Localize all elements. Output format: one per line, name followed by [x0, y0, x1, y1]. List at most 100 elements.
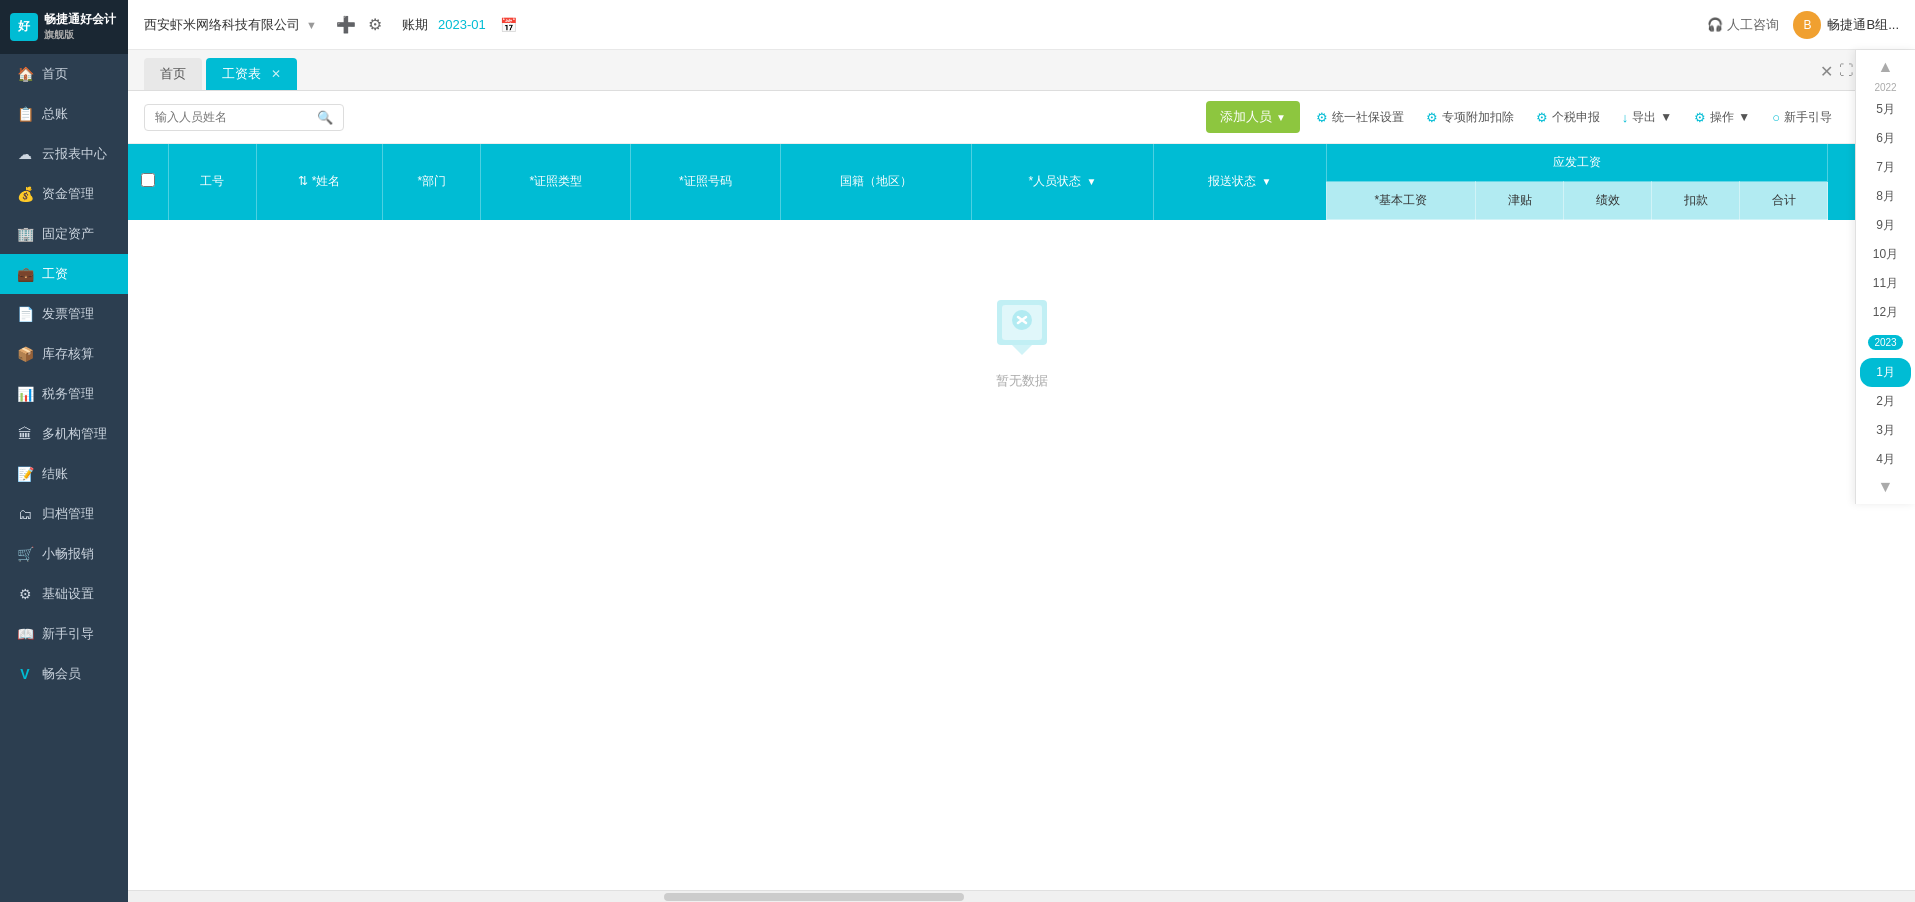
- sidebar-item-guide[interactable]: 📖 新手引导: [0, 614, 128, 654]
- topbar: 西安虾米网络科技有限公司 ▼ ➕ ⚙ 账期 2023-01 📅 🎧 人工咨询 B…: [128, 0, 1915, 50]
- cal-month-12[interactable]: 12月: [1856, 298, 1915, 327]
- header-nationality: 国籍（地区）: [780, 144, 971, 220]
- add-dropdown-icon: ▼: [1276, 112, 1286, 123]
- vip-icon: V: [16, 666, 34, 682]
- assets-icon: 🏢: [16, 226, 34, 242]
- cal-month-7[interactable]: 7月: [1856, 153, 1915, 182]
- toolbar: 🔍 添加人员 ▼ ⚙ 统一社保设置 ⚙ 专项附加扣除 ⚙ 个税申报: [128, 91, 1915, 144]
- header-submit-status: 报送状态 ▼: [1154, 144, 1326, 220]
- export-btn[interactable]: ↓ 导出 ▼: [1616, 105, 1678, 130]
- archive-icon: 🗂: [16, 506, 34, 522]
- tabbar: 首页 工资表 ✕: [128, 50, 1915, 91]
- header-base-salary: *基本工资: [1326, 182, 1476, 220]
- cal-month-10[interactable]: 10月: [1856, 240, 1915, 269]
- header-id-type: *证照类型: [481, 144, 631, 220]
- sidebar-item-fixed-assets[interactable]: 🏢 固定资产: [0, 214, 128, 254]
- cal-month-3[interactable]: 3月: [1856, 416, 1915, 445]
- tab-home[interactable]: 首页: [144, 58, 202, 90]
- guide-btn[interactable]: ○ 新手引导: [1766, 105, 1838, 130]
- cal-month-1[interactable]: 1月: [1860, 358, 1911, 387]
- sidebar-nav: 🏠 首页 📋 总账 ☁ 云报表中心 💰 资金管理 🏢 固定资产 💼 工资 📄 发…: [0, 54, 128, 902]
- header-total: 合计: [1740, 182, 1828, 220]
- sidebar-item-fund[interactable]: 💰 资金管理: [0, 174, 128, 214]
- logo-icon: 好: [10, 13, 38, 41]
- company-selector[interactable]: 西安虾米网络科技有限公司 ▼: [144, 16, 324, 34]
- home-icon: 🏠: [16, 66, 34, 82]
- sidebar-item-settings[interactable]: ⚙ 基础设置: [0, 574, 128, 614]
- sidebar: 好 畅捷通好会计 旗舰版 🏠 首页 📋 总账 ☁ 云报表中心 💰 资金管理 🏢 …: [0, 0, 128, 902]
- invoice-icon: 📄: [16, 306, 34, 322]
- scrollbar-thumb[interactable]: [664, 893, 964, 901]
- topbar-right: 🎧 人工咨询 B 畅捷通B组...: [1707, 11, 1899, 39]
- cal-month-8[interactable]: 8月: [1856, 182, 1915, 211]
- tab-close-icon[interactable]: ✕: [271, 67, 281, 81]
- tax-report-btn[interactable]: ⚙ 个税申报: [1530, 105, 1606, 130]
- add-company-icon[interactable]: ➕: [334, 13, 358, 36]
- search-icon: 🔍: [317, 110, 333, 125]
- social-insurance-btn[interactable]: ⚙ 统一社保设置: [1310, 105, 1410, 130]
- cal-month-4[interactable]: 4月: [1856, 445, 1915, 474]
- sidebar-item-label: 基础设置: [42, 585, 94, 603]
- sidebar-item-vip[interactable]: V 畅会员: [0, 654, 128, 694]
- expense-icon: 🛒: [16, 546, 34, 562]
- sidebar-item-multi-org[interactable]: 🏛 多机构管理: [0, 414, 128, 454]
- cal-up-icon[interactable]: ▲: [1874, 54, 1898, 80]
- cal-year-2022: 2022: [1874, 80, 1896, 95]
- sidebar-item-payroll[interactable]: 💼 工资: [0, 254, 128, 294]
- logo-text-block: 畅捷通好会计 旗舰版: [44, 12, 116, 42]
- service-label: 人工咨询: [1727, 16, 1779, 34]
- personnel-filter-icon[interactable]: ▼: [1087, 176, 1097, 187]
- sidebar-item-tax[interactable]: 📊 税务管理: [0, 374, 128, 414]
- export-arrow-icon: ▼: [1660, 110, 1672, 124]
- cal-month-9[interactable]: 9月: [1856, 211, 1915, 240]
- app-logo: 好 畅捷通好会计 旗舰版: [0, 0, 128, 54]
- deduction-label: 专项附加扣除: [1442, 109, 1514, 126]
- header-employee-id: 工号: [168, 144, 256, 220]
- content-area: 🔍 添加人员 ▼ ⚙ 统一社保设置 ⚙ 专项附加扣除 ⚙ 个税申报: [128, 91, 1915, 902]
- deduction-btn[interactable]: ⚙ 专项附加扣除: [1420, 105, 1520, 130]
- sidebar-item-close-period[interactable]: 📝 结账: [0, 454, 128, 494]
- toolbar-right: 添加人员 ▼ ⚙ 统一社保设置 ⚙ 专项附加扣除 ⚙ 个税申报 ↓ 导出: [1206, 101, 1899, 133]
- sidebar-item-label: 归档管理: [42, 505, 94, 523]
- operations-btn[interactable]: ⚙ 操作 ▼: [1688, 105, 1756, 130]
- company-settings-icon[interactable]: ⚙: [366, 13, 384, 36]
- calendar-panel: ▲ 2022 5月 6月 7月 8月 9月 10月 11月 12月 2023 1…: [1855, 50, 1915, 504]
- cal-year-label: 2023: [1868, 335, 1902, 350]
- deduction-icon: ⚙: [1426, 110, 1438, 125]
- add-person-button[interactable]: 添加人员 ▼: [1206, 101, 1300, 133]
- user-info[interactable]: B 畅捷通B组...: [1793, 11, 1899, 39]
- cal-month-5[interactable]: 5月: [1856, 95, 1915, 124]
- cal-month-2[interactable]: 2月: [1856, 387, 1915, 416]
- header-checkbox-col: [128, 144, 168, 220]
- org-icon: 🏛: [16, 426, 34, 442]
- service-btn[interactable]: 🎧 人工咨询: [1707, 16, 1779, 34]
- tax-report-label: 个税申报: [1552, 109, 1600, 126]
- table-scrollbar[interactable]: [128, 890, 1915, 902]
- panel-maximize-icon[interactable]: ⛶: [1839, 62, 1853, 81]
- calendar-icon[interactable]: 📅: [500, 17, 517, 33]
- sidebar-item-label: 多机构管理: [42, 425, 107, 443]
- user-avatar: B: [1793, 11, 1821, 39]
- period-label: 账期: [402, 16, 428, 34]
- header-id-number: *证照号码: [631, 144, 781, 220]
- cal-month-6[interactable]: 6月: [1856, 124, 1915, 153]
- topbar-actions: ➕ ⚙: [334, 13, 384, 36]
- header-allowance: 津贴: [1476, 182, 1564, 220]
- select-all-checkbox[interactable]: [141, 173, 155, 187]
- sidebar-item-home[interactable]: 🏠 首页: [0, 54, 128, 94]
- sidebar-item-inventory[interactable]: 📦 库存核算: [0, 334, 128, 374]
- search-input[interactable]: [155, 110, 311, 124]
- sidebar-item-archive[interactable]: 🗂 归档管理: [0, 494, 128, 534]
- sidebar-item-ledger[interactable]: 📋 总账: [0, 94, 128, 134]
- sidebar-item-expense[interactable]: 🛒 小畅报销: [0, 534, 128, 574]
- cal-month-11[interactable]: 11月: [1856, 269, 1915, 298]
- period-value[interactable]: 2023-01: [438, 17, 486, 32]
- sidebar-item-invoice[interactable]: 📄 发票管理: [0, 294, 128, 334]
- add-person-label: 添加人员: [1220, 108, 1272, 126]
- panel-close-icon[interactable]: ✕: [1820, 62, 1833, 81]
- tab-payroll[interactable]: 工资表 ✕: [206, 58, 297, 90]
- cal-down-icon[interactable]: ▼: [1874, 474, 1898, 500]
- cloud-icon: ☁: [16, 146, 34, 162]
- sidebar-item-cloud-report[interactable]: ☁ 云报表中心: [0, 134, 128, 174]
- submit-filter-icon[interactable]: ▼: [1262, 176, 1272, 187]
